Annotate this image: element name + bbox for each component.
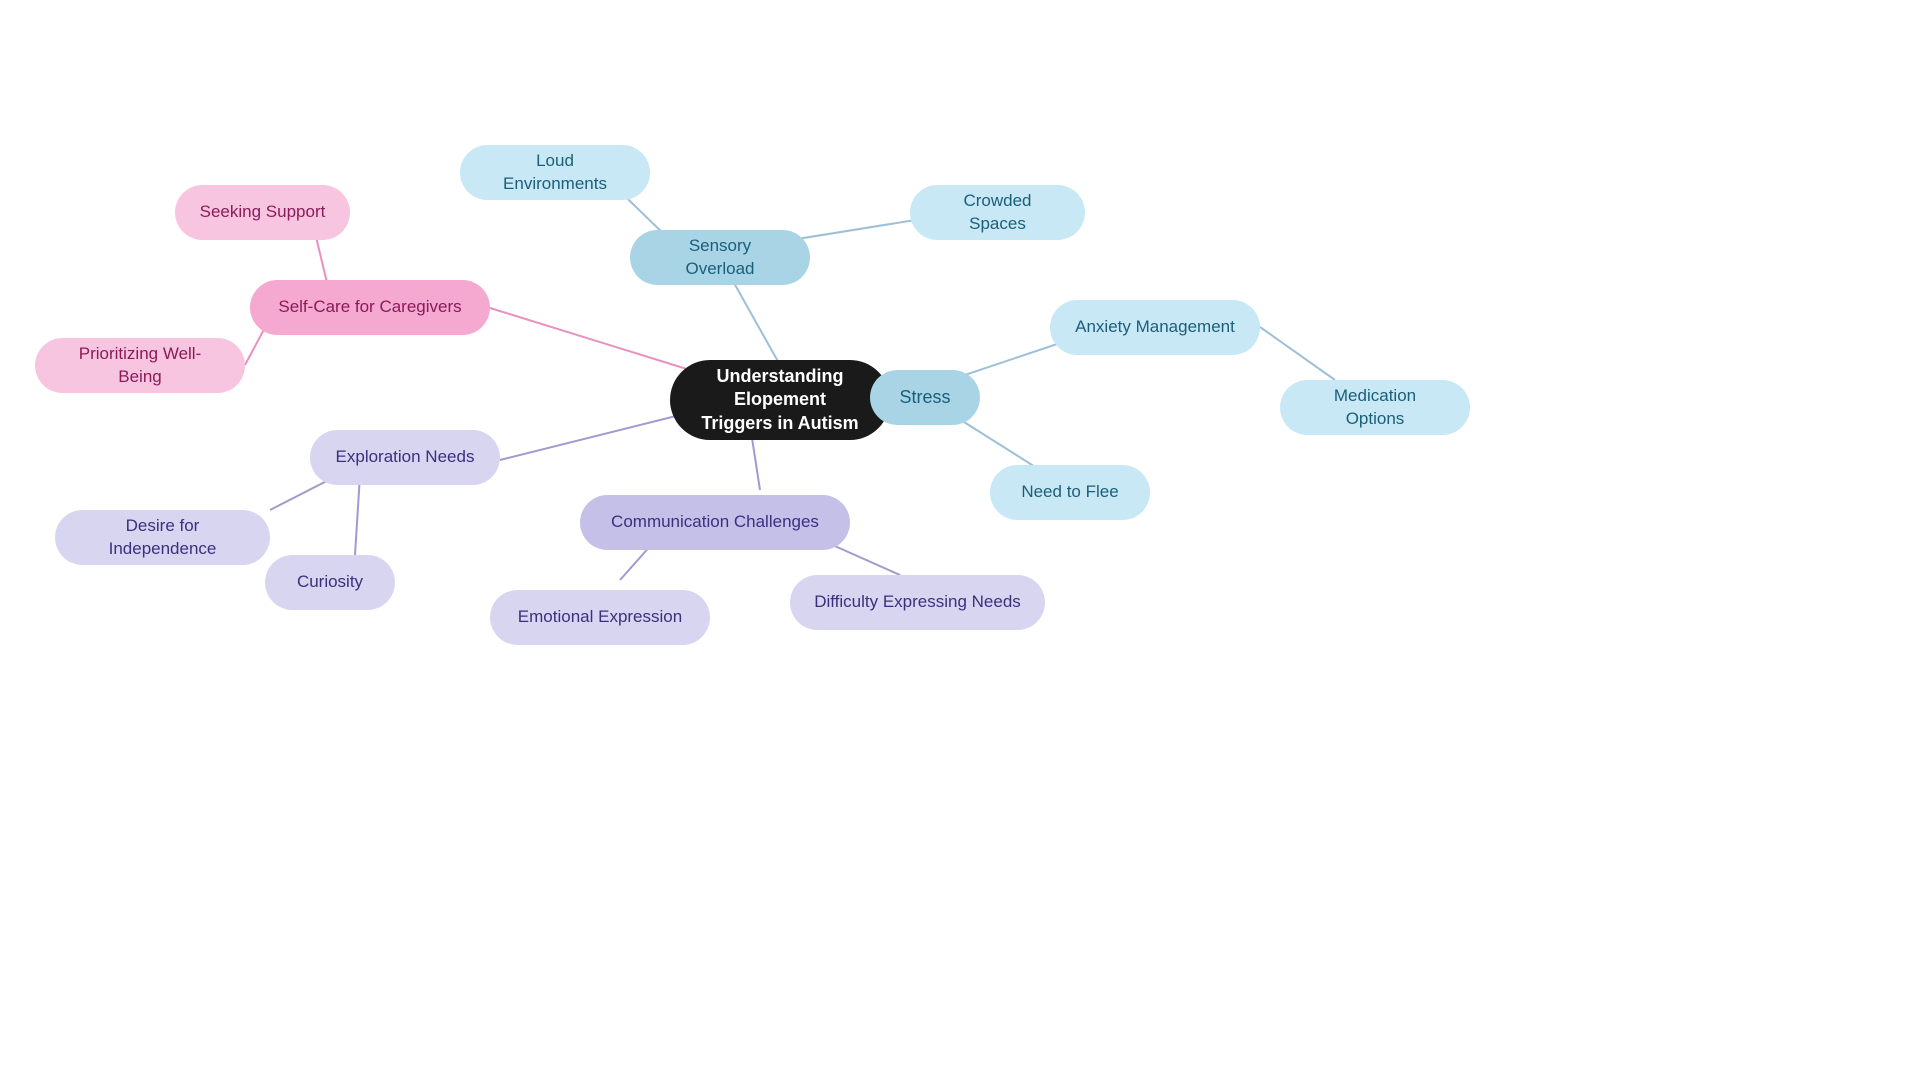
loud-environments-node: Loud Environments <box>460 145 650 200</box>
anxiety-management-label: Anxiety Management <box>1075 316 1235 338</box>
need-to-flee-node: Need to Flee <box>990 465 1150 520</box>
self-care-label: Self-Care for Caregivers <box>278 296 461 318</box>
sensory-overload-node: Sensory Overload <box>630 230 810 285</box>
communication-challenges-node: Communication Challenges <box>580 495 850 550</box>
seeking-support-label: Seeking Support <box>200 201 326 223</box>
desire-independence-node: Desire for Independence <box>55 510 270 565</box>
sensory-overload-label: Sensory Overload <box>654 235 786 279</box>
crowded-spaces-node: Crowded Spaces <box>910 185 1085 240</box>
stress-node: Stress <box>870 370 980 425</box>
difficulty-expressing-node: Difficulty Expressing Needs <box>790 575 1045 630</box>
center-node: Understanding Elopement Triggers in Auti… <box>670 360 890 440</box>
curiosity-label: Curiosity <box>297 571 363 593</box>
exploration-needs-label: Exploration Needs <box>336 446 475 468</box>
self-care-node: Self-Care for Caregivers <box>250 280 490 335</box>
desire-independence-label: Desire for Independence <box>79 515 246 559</box>
center-label: Understanding Elopement Triggers in Auti… <box>690 365 870 435</box>
curiosity-node: Curiosity <box>265 555 395 610</box>
communication-challenges-label: Communication Challenges <box>611 511 819 533</box>
prioritizing-wellbeing-label: Prioritizing Well-Being <box>59 343 221 387</box>
exploration-needs-node: Exploration Needs <box>310 430 500 485</box>
medication-options-node: Medication Options <box>1280 380 1470 435</box>
need-to-flee-label: Need to Flee <box>1021 481 1118 503</box>
difficulty-expressing-label: Difficulty Expressing Needs <box>814 591 1021 613</box>
medication-options-label: Medication Options <box>1304 385 1446 429</box>
stress-label: Stress <box>899 386 950 409</box>
loud-environments-label: Loud Environments <box>484 150 626 194</box>
crowded-spaces-label: Crowded Spaces <box>934 190 1061 234</box>
prioritizing-wellbeing-node: Prioritizing Well-Being <box>35 338 245 393</box>
emotional-expression-label: Emotional Expression <box>518 606 682 628</box>
seeking-support-node: Seeking Support <box>175 185 350 240</box>
anxiety-management-node: Anxiety Management <box>1050 300 1260 355</box>
emotional-expression-node: Emotional Expression <box>490 590 710 645</box>
